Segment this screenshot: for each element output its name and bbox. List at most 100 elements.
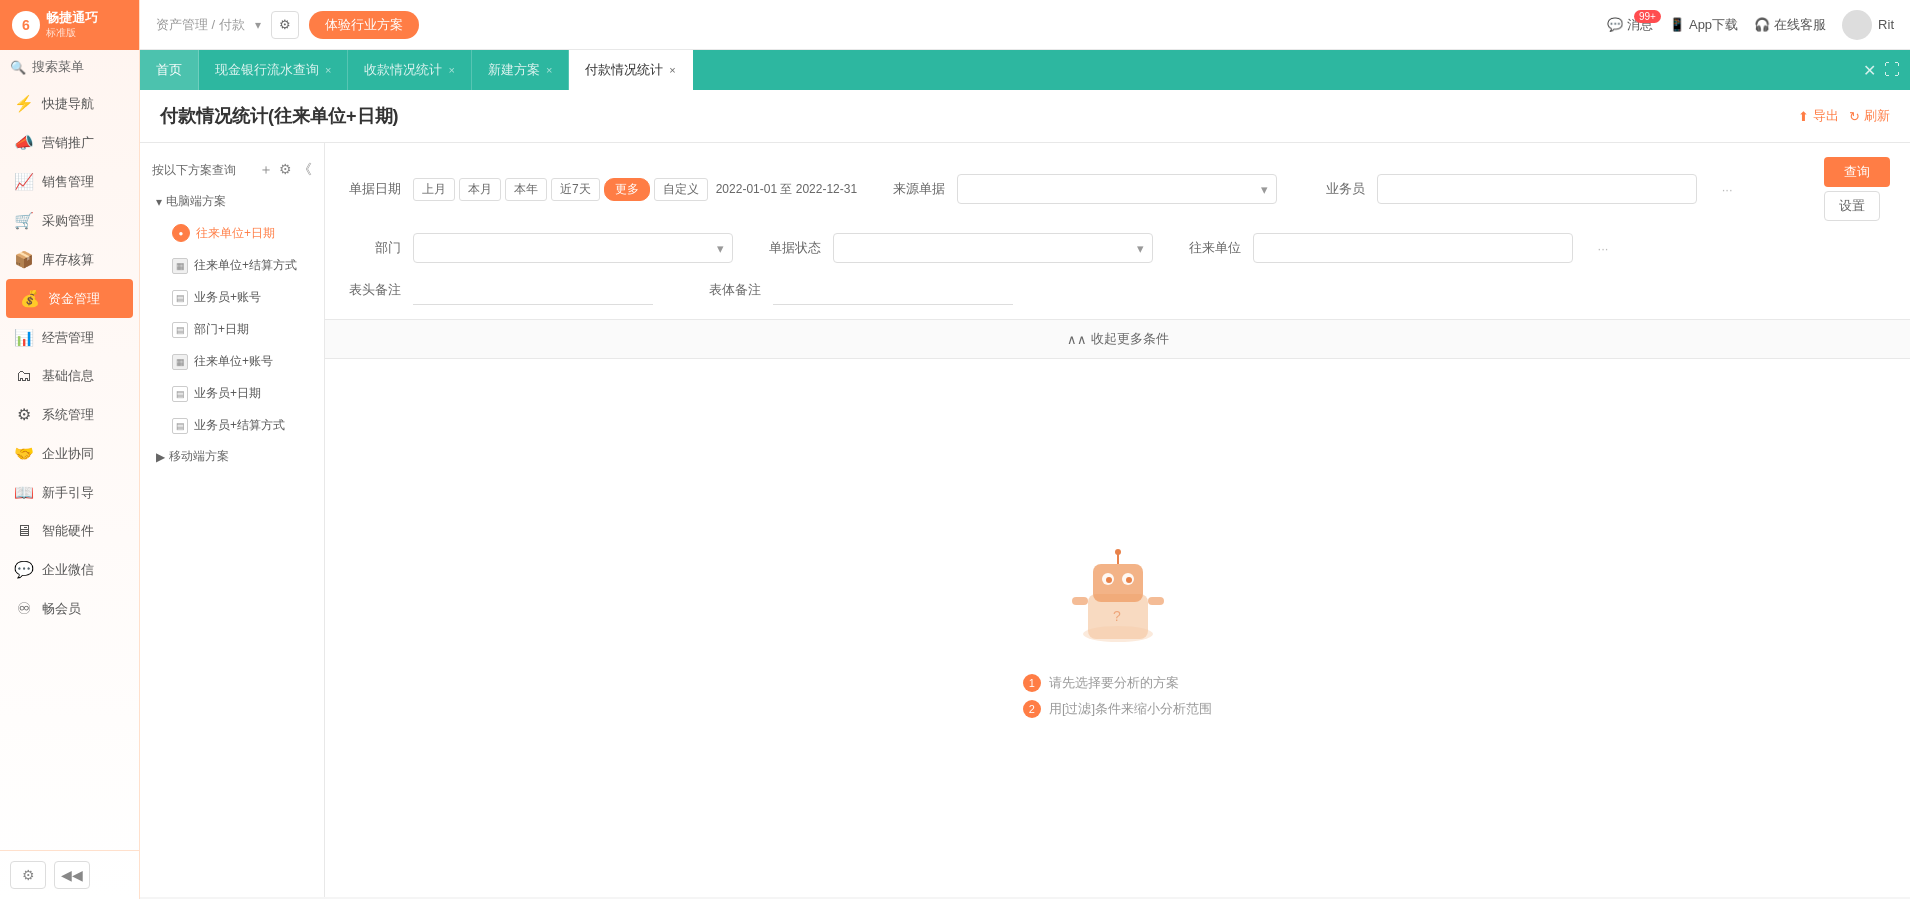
- logo-sub: 标准版: [46, 26, 98, 40]
- mobile-scheme-group-title[interactable]: ▶ 移动端方案: [148, 442, 316, 471]
- sidebar-item-quick-nav[interactable]: ⚡ 快捷导航: [0, 84, 139, 123]
- page-actions: ⬆ 导出 ↻ 刷新: [1798, 107, 1890, 125]
- date-this-year[interactable]: 本年: [505, 178, 547, 201]
- date-more-button[interactable]: 更多: [604, 178, 650, 201]
- online-service-label: 在线客服: [1774, 16, 1826, 34]
- settings-button[interactable]: ⚙: [10, 861, 46, 889]
- sidebar-item-wechat[interactable]: 💬 企业微信: [0, 550, 139, 589]
- mobile-group-label: 移动端方案: [169, 448, 229, 465]
- sidebar-item-operation[interactable]: 📊 经营管理: [0, 318, 139, 357]
- content-body: 按以下方案查询 ＋ ⚙ 《 ▾ 电脑端方案 ● 往来单位+日期 ▦: [140, 143, 1910, 897]
- header-note-input[interactable]: [413, 275, 653, 305]
- close-new-plan-icon[interactable]: ×: [546, 64, 552, 76]
- trial-button[interactable]: 体验行业方案: [309, 11, 419, 39]
- query-button[interactable]: 查询: [1824, 157, 1890, 187]
- tab-receipt-stats[interactable]: 收款情况统计 ×: [348, 50, 471, 90]
- filter-form: 单据日期 上月 本月 本年 近7天 更多 自定义 2022-01-01 至 20…: [325, 143, 1910, 320]
- sidebar-item-finance[interactable]: 💰 资金管理: [6, 279, 133, 318]
- empty-illustration: ?: [1058, 539, 1178, 662]
- source-select[interactable]: ▾: [957, 174, 1277, 204]
- doc-status-select[interactable]: ▾: [833, 233, 1153, 263]
- avatar: [1842, 10, 1872, 40]
- search-menu[interactable]: 🔍 搜索菜单: [0, 50, 139, 84]
- close-tab-icon[interactable]: ✕: [1863, 61, 1876, 80]
- staff-select[interactable]: [1377, 174, 1697, 204]
- pc-scheme-group-title[interactable]: ▾ 电脑端方案: [148, 187, 316, 216]
- sidebar-item-label: 企业协同: [42, 445, 94, 463]
- collapse-panel-icon[interactable]: 《: [298, 161, 312, 179]
- scheme-panel-label: 按以下方案查询: [152, 162, 236, 179]
- empty-tip-2: 2 用[过滤]条件来缩小分析范围: [1023, 700, 1212, 718]
- close-receipt-stats-icon[interactable]: ×: [448, 64, 454, 76]
- scheme-label: 往来单位+日期: [196, 225, 275, 242]
- sidebar-item-hardware[interactable]: 🖥 智能硬件: [0, 512, 139, 550]
- sidebar-item-enterprise[interactable]: 🤝 企业协同: [0, 434, 139, 473]
- sidebar-item-system[interactable]: ⚙ 系统管理: [0, 395, 139, 434]
- collapse-bar[interactable]: ∧∧ 收起更多条件: [325, 320, 1910, 359]
- enterprise-icon: 🤝: [14, 444, 34, 463]
- close-payment-stats-icon[interactable]: ×: [669, 64, 675, 76]
- empty-tip-1: 1 请先选择要分析的方案: [1023, 674, 1212, 692]
- header: 资产管理 / 付款 ▾ ⚙ 体验行业方案 💬 消息 99+ 📱 App下载 🎧 …: [140, 0, 1910, 50]
- scheme-item-staff-account[interactable]: ▤ 业务员+账号: [148, 282, 316, 313]
- date-custom[interactable]: 自定义: [654, 178, 708, 201]
- scheme-item-staff-date[interactable]: ▤ 业务员+日期: [148, 378, 316, 409]
- scheme-item-partner-date[interactable]: ● 往来单位+日期: [148, 217, 316, 249]
- export-label: 导出: [1813, 107, 1839, 125]
- app-download-button[interactable]: 📱 App下载: [1669, 16, 1738, 34]
- scheme-label: 业务员+日期: [194, 385, 261, 402]
- tab-bank-flow[interactable]: 现金银行流水查询 ×: [199, 50, 348, 90]
- date-last-month[interactable]: 上月: [413, 178, 455, 201]
- close-bank-flow-icon[interactable]: ×: [325, 64, 331, 76]
- sidebar-item-guide[interactable]: 📖 新手引导: [0, 473, 139, 512]
- body-note-input[interactable]: [773, 275, 1013, 305]
- scheme-item-staff-settlement[interactable]: ▤ 业务员+结算方式: [148, 410, 316, 441]
- dept-select[interactable]: ▾: [413, 233, 733, 263]
- tab-payment-stats[interactable]: 付款情况统计 ×: [569, 50, 692, 90]
- breadcrumb-arrow[interactable]: ▾: [255, 18, 261, 32]
- tab-new-plan[interactable]: 新建方案 ×: [472, 50, 569, 90]
- online-service-button[interactable]: 🎧 在线客服: [1754, 16, 1826, 34]
- tip2-text: 用[过滤]条件来缩小分析范围: [1049, 700, 1212, 718]
- filter-area: 单据日期 上月 本月 本年 近7天 更多 自定义 2022-01-01 至 20…: [325, 143, 1910, 897]
- filter-settings-button[interactable]: 设置: [1824, 191, 1880, 221]
- sidebar-item-label: 智能硬件: [42, 522, 94, 540]
- scheme-settings-icon[interactable]: ⚙: [279, 161, 292, 179]
- scheme-item-partner-settlement[interactable]: ▦ 往来单位+结算方式: [148, 250, 316, 281]
- header-note-label: 表头备注: [345, 281, 401, 299]
- marketing-icon: 📣: [14, 133, 34, 152]
- refresh-icon: ↻: [1849, 109, 1860, 124]
- maximize-icon[interactable]: ⛶: [1884, 61, 1900, 79]
- scheme-item-dept-date[interactable]: ▤ 部门+日期: [148, 314, 316, 345]
- receipt-stats-tab-label: 收款情况统计: [364, 61, 442, 79]
- partner-select[interactable]: [1253, 233, 1573, 263]
- tab-actions: ✕ ⛶: [1853, 50, 1910, 90]
- user-menu[interactable]: Rit: [1842, 10, 1894, 40]
- staff-dots[interactable]: ···: [1709, 182, 1745, 197]
- chevron-down-icon: ▾: [1137, 241, 1144, 256]
- collapse-sidebar-button[interactable]: ◀◀: [54, 861, 90, 889]
- add-scheme-icon[interactable]: ＋: [259, 161, 273, 179]
- sidebar-item-inventory[interactable]: 📦 库存核算: [0, 240, 139, 279]
- sidebar-item-basic[interactable]: 🗂 基础信息: [0, 357, 139, 395]
- scheme-item-partner-account[interactable]: ▦ 往来单位+账号: [148, 346, 316, 377]
- header-gear-button[interactable]: ⚙: [271, 11, 299, 39]
- sidebar-item-member[interactable]: ♾ 畅会员: [0, 589, 139, 628]
- empty-tips: 1 请先选择要分析的方案 2 用[过滤]条件来缩小分析范围: [1023, 674, 1212, 718]
- sidebar-item-marketing[interactable]: 📣 营销推广: [0, 123, 139, 162]
- export-button[interactable]: ⬆ 导出: [1798, 107, 1839, 125]
- chevron-down-icon: ▾: [1261, 182, 1268, 197]
- partner-dots[interactable]: ···: [1585, 241, 1621, 256]
- system-icon: ⚙: [14, 405, 34, 424]
- date-this-month[interactable]: 本月: [459, 178, 501, 201]
- date-7days[interactable]: 近7天: [551, 178, 600, 201]
- header-right: 💬 消息 99+ 📱 App下载 🎧 在线客服 Rit: [1607, 10, 1894, 40]
- scheme-label: 往来单位+结算方式: [194, 257, 297, 274]
- partner-label: 往来单位: [1185, 239, 1241, 257]
- scheme-table-icon: ▤: [172, 290, 188, 306]
- messages-button[interactable]: 💬 消息 99+: [1607, 16, 1653, 34]
- sidebar-item-sales[interactable]: 📈 销售管理: [0, 162, 139, 201]
- tab-home[interactable]: 首页: [140, 50, 199, 90]
- refresh-button[interactable]: ↻ 刷新: [1849, 107, 1890, 125]
- sidebar-item-purchase[interactable]: 🛒 采购管理: [0, 201, 139, 240]
